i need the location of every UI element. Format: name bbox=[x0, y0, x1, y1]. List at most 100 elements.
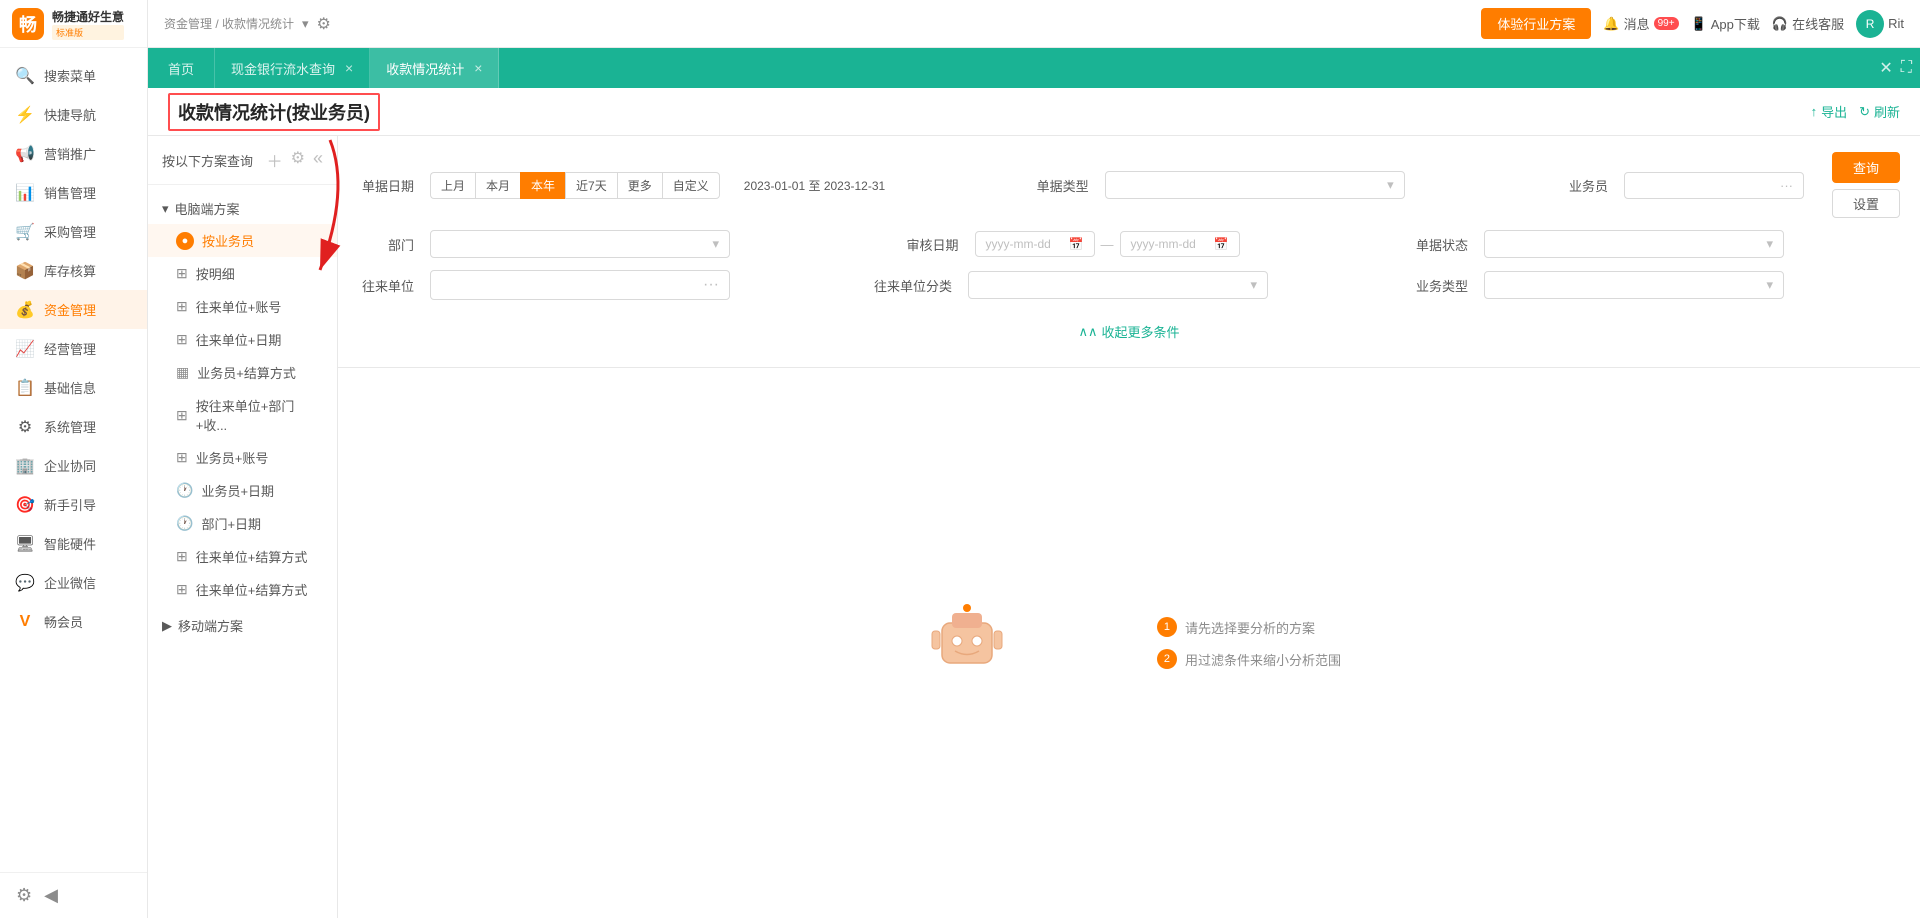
tree-item-salesperson-date[interactable]: 🕐 业务员+日期 bbox=[148, 474, 337, 507]
filter-row-1: 单据日期 上月 本月 本年 近7天 更多 自定义 2023-01-01 至 20… bbox=[358, 152, 1900, 218]
tab-close-all-icon[interactable]: ✕ bbox=[1879, 58, 1892, 78]
tab-home[interactable]: 首页 bbox=[148, 48, 215, 88]
tab-receipt-close[interactable]: × bbox=[474, 60, 482, 76]
sidebar-item-guide[interactable]: 🎯 新手引导 bbox=[0, 485, 147, 524]
sidebar-item-inventory[interactable]: 📦 库存核算 bbox=[0, 251, 147, 290]
marketing-icon: 📢 bbox=[16, 145, 34, 163]
avatar: R bbox=[1856, 10, 1884, 38]
review-date-end[interactable]: yyyy-mm-dd 📅 bbox=[1120, 231, 1240, 257]
dept-select[interactable]: ▾ bbox=[430, 230, 730, 258]
refresh-button[interactable]: ↻ 刷新 bbox=[1859, 102, 1900, 121]
salesperson-account-icon: ⊞ bbox=[176, 449, 188, 466]
sidebar-item-marketing[interactable]: 📢 营销推广 bbox=[0, 134, 147, 173]
quicknav-icon: ⚡ bbox=[16, 106, 34, 124]
breadcrumb-settings-icon[interactable]: ⚙ bbox=[317, 14, 331, 34]
empty-illustration bbox=[917, 593, 1017, 693]
sidebar-item-quicknav[interactable]: ⚡ 快捷导航 bbox=[0, 95, 147, 134]
sidebar-item-member[interactable]: V 畅会员 bbox=[0, 602, 147, 641]
app-icon: 📱 bbox=[1691, 16, 1707, 32]
settings-button[interactable]: 设置 bbox=[1832, 189, 1900, 218]
basic-icon: 📋 bbox=[16, 379, 34, 397]
partner-account-icon: ⊞ bbox=[176, 298, 188, 315]
query-button[interactable]: 查询 bbox=[1832, 152, 1900, 183]
partner-select[interactable]: ··· bbox=[430, 270, 730, 300]
tree-item-partner-settle1[interactable]: ⊞ 往来单位+结算方式 bbox=[148, 540, 337, 573]
partner-category-select[interactable]: ▾ bbox=[968, 271, 1268, 299]
refresh-icon: ↻ bbox=[1859, 104, 1870, 120]
doc-type-dropdown-icon: ▾ bbox=[1387, 177, 1394, 193]
sidebar-item-search[interactable]: 🔍 搜索菜单 bbox=[0, 56, 147, 95]
page-header: 收款情况统计(按业务员) ↑ 导出 ↻ 刷新 bbox=[148, 88, 1920, 136]
doc-status-select[interactable]: ▾ bbox=[1484, 230, 1784, 258]
logo-icon: 畅 bbox=[12, 8, 44, 40]
tree-item-dept-date[interactable]: 🕐 部门+日期 bbox=[148, 507, 337, 540]
tree-item-partner-date[interactable]: ⊞ 往来单位+日期 bbox=[148, 323, 337, 356]
collapse-sidebar-icon[interactable]: ◀ bbox=[44, 885, 58, 906]
date-btn-last-month[interactable]: 上月 bbox=[430, 172, 475, 199]
enterprise-icon: 🏢 bbox=[16, 457, 34, 475]
app-download-btn[interactable]: 📱 App下载 bbox=[1691, 14, 1760, 33]
tree-item-by-detail[interactable]: ⊞ 按明细 bbox=[148, 257, 337, 290]
panel-header: 按以下方案查询 ＋ ⚙ « bbox=[148, 136, 337, 185]
tree-item-salesperson-account[interactable]: ⊞ 业务员+账号 bbox=[148, 441, 337, 474]
user-btn[interactable]: R Rit bbox=[1856, 10, 1904, 38]
tree-item-partner-account[interactable]: ⊞ 往来单位+账号 bbox=[148, 290, 337, 323]
sidebar-item-enterprise[interactable]: 🏢 企业协同 bbox=[0, 446, 147, 485]
partner-settle1-icon: ⊞ bbox=[176, 548, 188, 565]
tree-item-by-salesperson[interactable]: ● 按业务员 bbox=[148, 224, 337, 257]
partner-category-dropdown-icon: ▾ bbox=[1250, 277, 1257, 293]
salesperson-select[interactable]: ··· bbox=[1624, 172, 1804, 199]
robot-svg bbox=[917, 593, 1017, 693]
sidebar-item-finance[interactable]: 💰 资金管理 bbox=[0, 290, 147, 329]
sidebar-item-purchase[interactable]: 🛒 采购管理 bbox=[0, 212, 147, 251]
notification-btn[interactable]: 🔔 消息 99+ bbox=[1603, 14, 1678, 33]
date-btn-custom[interactable]: 自定义 bbox=[662, 172, 720, 199]
export-button[interactable]: ↑ 导出 bbox=[1811, 102, 1848, 121]
sidebar-item-system[interactable]: ⚙ 系统管理 bbox=[0, 407, 147, 446]
doc-status-dropdown-icon: ▾ bbox=[1766, 236, 1773, 252]
date-btn-this-year[interactable]: 本年 bbox=[520, 172, 565, 199]
tree-item-partner-settle2[interactable]: ⊞ 往来单位+结算方式 bbox=[148, 573, 337, 606]
date-btn-7days[interactable]: 近7天 bbox=[565, 172, 617, 199]
review-date-start[interactable]: yyyy-mm-dd 📅 bbox=[975, 231, 1095, 257]
date-btn-more[interactable]: 更多 bbox=[617, 172, 662, 199]
breadcrumb: 资金管理 / 收款情况统计 ▾ ⚙ bbox=[164, 14, 1469, 34]
add-scheme-icon[interactable]: ＋ bbox=[267, 148, 283, 172]
tree-desktop-header[interactable]: ▾ 电脑端方案 bbox=[148, 193, 337, 224]
purchase-icon: 🛒 bbox=[16, 223, 34, 241]
tree-item-partner-dept-recv[interactable]: ⊞ 按往来单位+部门+收... bbox=[148, 389, 337, 441]
page-title: 收款情况统计(按业务员) bbox=[168, 93, 380, 131]
trial-button[interactable]: 体验行业方案 bbox=[1481, 8, 1591, 39]
date-btn-this-month[interactable]: 本月 bbox=[475, 172, 520, 199]
search-icon: 🔍 bbox=[16, 67, 34, 85]
sidebar-item-sales[interactable]: 📊 销售管理 bbox=[0, 173, 147, 212]
left-panel: 按以下方案查询 ＋ ⚙ « ▾ 电脑端方案 ● 按业务员 bbox=[148, 136, 338, 918]
collapse-bar[interactable]: ∧∧ 收起更多条件 bbox=[358, 312, 1900, 351]
tab-bank[interactable]: 现金银行流水查询 × bbox=[215, 48, 370, 88]
settings-scheme-icon[interactable]: ⚙ bbox=[291, 148, 305, 172]
dept-date-icon: 🕐 bbox=[176, 515, 193, 532]
doc-type-select[interactable]: ▾ bbox=[1105, 171, 1405, 199]
sidebar-item-basic[interactable]: 📋 基础信息 bbox=[0, 368, 147, 407]
tab-receipt[interactable]: 收款情况统计 × bbox=[370, 48, 499, 88]
review-date-group: yyyy-mm-dd 📅 — yyyy-mm-dd 📅 bbox=[975, 231, 1240, 257]
biz-type-select[interactable]: ▾ bbox=[1484, 271, 1784, 299]
empty-step-2: 2 用过滤条件来缩小分析范围 bbox=[1157, 649, 1341, 669]
breadcrumb-dropdown-icon[interactable]: ▾ bbox=[302, 16, 309, 32]
tree-mobile-header[interactable]: ▶ 移动端方案 bbox=[148, 610, 337, 641]
detail-icon: ⊞ bbox=[176, 265, 188, 282]
logo-text: 畅捷通好生意 标准版 bbox=[52, 8, 124, 40]
sidebar-item-hardware[interactable]: 🖥 智能硬件 bbox=[0, 524, 147, 563]
sales-icon: 📊 bbox=[16, 184, 34, 202]
content-area: 按以下方案查询 ＋ ⚙ « ▾ 电脑端方案 ● 按业务员 bbox=[148, 136, 1920, 918]
tree-item-salesperson-settle[interactable]: ▦ 业务员+结算方式 bbox=[148, 356, 337, 389]
sidebar-item-wechat[interactable]: 💬 企业微信 bbox=[0, 563, 147, 602]
filter-row-3: 往来单位 ··· 往来单位分类 ▾ 业务类型 ▾ bbox=[358, 270, 1900, 300]
tab-maximize-icon[interactable]: ⛶ bbox=[1901, 59, 1912, 77]
sidebar-item-operations[interactable]: 📈 经营管理 bbox=[0, 329, 147, 368]
tab-bank-close[interactable]: × bbox=[345, 60, 353, 76]
customer-service-btn[interactable]: 🎧 在线客服 bbox=[1772, 14, 1844, 33]
dept-dropdown-icon: ▾ bbox=[712, 236, 719, 252]
collapse-panel-icon[interactable]: « bbox=[313, 148, 323, 172]
settings-footer-icon[interactable]: ⚙ bbox=[16, 885, 32, 906]
